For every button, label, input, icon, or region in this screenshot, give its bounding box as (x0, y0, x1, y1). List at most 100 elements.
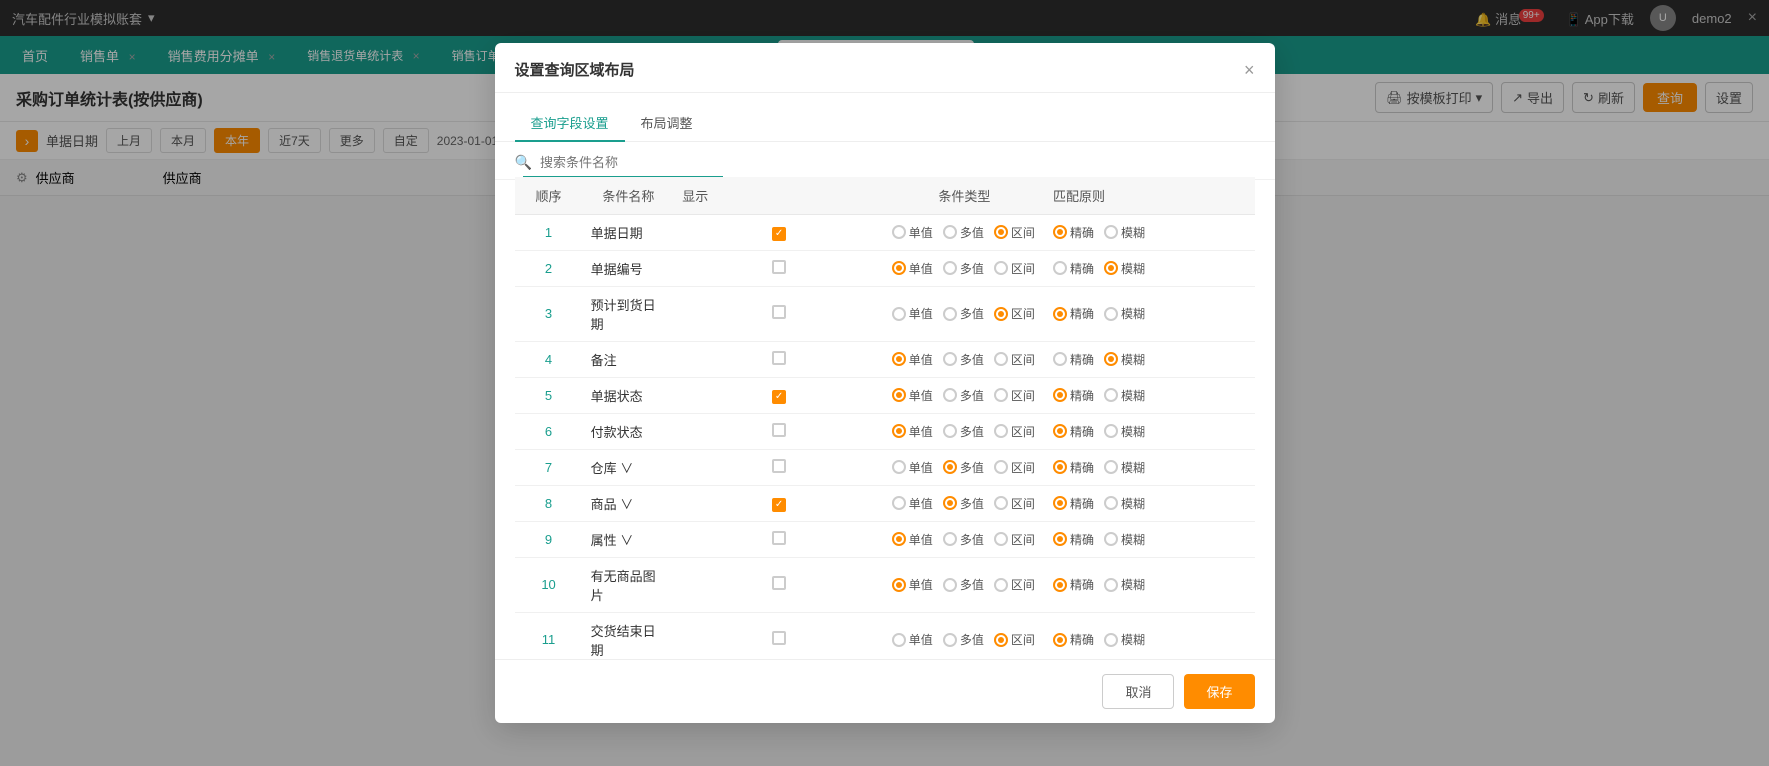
radio-match-模糊[interactable]: 模糊 (1104, 495, 1145, 512)
checkbox[interactable]: ✓ (772, 498, 786, 512)
radio-type-多值[interactable]: 多值 (943, 576, 984, 593)
radio-type-多值[interactable]: 多值 (943, 387, 984, 404)
radio-match-模糊[interactable]: 模糊 (1104, 423, 1145, 440)
checkbox[interactable] (772, 631, 786, 645)
radio-match-精确[interactable]: 精确 (1053, 387, 1094, 404)
row-display-checkbox[interactable] (674, 521, 884, 557)
radio-type-区间[interactable]: 区间 (994, 260, 1035, 277)
radio-match-精确[interactable]: 精确 (1053, 631, 1094, 648)
radio-type-多值[interactable]: 多值 (943, 531, 984, 548)
radio-circle (892, 532, 906, 546)
save-button[interactable]: 保存 (1184, 674, 1254, 709)
checkbox[interactable] (772, 531, 786, 545)
radio-match-精确[interactable]: 精确 (1053, 531, 1094, 548)
radio-match-模糊[interactable]: 模糊 (1104, 459, 1145, 476)
modal-tab-query-fields[interactable]: 查询字段设置 (515, 105, 625, 142)
radio-match-精确[interactable]: 精确 (1053, 495, 1094, 512)
radio-type-单值[interactable]: 单值 (892, 305, 933, 322)
checkbox[interactable]: ✓ (772, 390, 786, 404)
radio-type-单值[interactable]: 单值 (892, 351, 933, 368)
radio-type-区间[interactable]: 区间 (994, 351, 1035, 368)
radio-match-精确[interactable]: 精确 (1053, 459, 1094, 476)
radio-match-模糊[interactable]: 模糊 (1104, 387, 1145, 404)
radio-circle (892, 460, 906, 474)
row-display-checkbox[interactable] (674, 413, 884, 449)
checkbox[interactable] (772, 260, 786, 274)
checkbox[interactable]: ✓ (772, 227, 786, 241)
radio-type-多值[interactable]: 多值 (943, 631, 984, 648)
radio-type-区间[interactable]: 区间 (994, 387, 1035, 404)
radio-type-单值[interactable]: 单值 (892, 387, 933, 404)
radio-circle (1104, 532, 1118, 546)
radio-match-精确[interactable]: 精确 (1053, 260, 1094, 277)
radio-type-区间[interactable]: 区间 (994, 224, 1035, 241)
radio-match-精确[interactable]: 精确 (1053, 576, 1094, 593)
table-row: 8商品 ∨✓单值多值区间精确模糊 (515, 485, 1255, 521)
radio-type-多值[interactable]: 多值 (943, 423, 984, 440)
radio-type-多值[interactable]: 多值 (943, 224, 984, 241)
radio-circle (892, 225, 906, 239)
modal-header: 设置查询区域布局 × (495, 43, 1275, 93)
row-type-radio-group: 单值多值区间 (884, 214, 1045, 250)
radio-label: 区间 (1011, 576, 1035, 593)
radio-circle (892, 388, 906, 402)
radio-type-单值[interactable]: 单值 (892, 531, 933, 548)
radio-type-区间[interactable]: 区间 (994, 305, 1035, 322)
radio-match-模糊[interactable]: 模糊 (1104, 531, 1145, 548)
modal-table: 顺序 条件名称 显示 条件类型 匹配原则 1单据日期✓单值多值区间精确模糊2单据… (515, 177, 1255, 659)
radio-match-精确[interactable]: 精确 (1053, 224, 1094, 241)
table-row: 4备注单值多值区间精确模糊 (515, 341, 1255, 377)
row-display-checkbox[interactable] (674, 286, 884, 341)
search-input[interactable] (540, 155, 740, 170)
radio-type-区间[interactable]: 区间 (994, 576, 1035, 593)
radio-circle (1104, 424, 1118, 438)
row-display-checkbox[interactable] (674, 612, 884, 659)
row-display-checkbox[interactable]: ✓ (674, 485, 884, 521)
checkbox[interactable] (772, 351, 786, 365)
modal-tab-layout[interactable]: 布局调整 (625, 105, 709, 142)
row-display-checkbox[interactable] (674, 557, 884, 612)
radio-label: 多值 (960, 305, 984, 322)
radio-type-单值[interactable]: 单值 (892, 631, 933, 648)
radio-label: 多值 (960, 260, 984, 277)
radio-type-区间[interactable]: 区间 (994, 495, 1035, 512)
radio-match-模糊[interactable]: 模糊 (1104, 260, 1145, 277)
row-display-checkbox[interactable]: ✓ (674, 214, 884, 250)
radio-type-多值[interactable]: 多值 (943, 351, 984, 368)
radio-type-多值[interactable]: 多值 (943, 305, 984, 322)
radio-type-单值[interactable]: 单值 (892, 423, 933, 440)
radio-type-单值[interactable]: 单值 (892, 576, 933, 593)
radio-type-单值[interactable]: 单值 (892, 224, 933, 241)
radio-circle (1104, 460, 1118, 474)
radio-type-多值[interactable]: 多值 (943, 459, 984, 476)
radio-type-区间[interactable]: 区间 (994, 459, 1035, 476)
row-display-checkbox[interactable] (674, 449, 884, 485)
radio-match-精确[interactable]: 精确 (1053, 423, 1094, 440)
radio-match-模糊[interactable]: 模糊 (1104, 351, 1145, 368)
radio-label: 精确 (1070, 631, 1094, 648)
cancel-button[interactable]: 取消 (1102, 674, 1174, 709)
radio-type-多值[interactable]: 多值 (943, 260, 984, 277)
radio-match-模糊[interactable]: 模糊 (1104, 305, 1145, 322)
radio-type-单值[interactable]: 单值 (892, 459, 933, 476)
radio-match-模糊[interactable]: 模糊 (1104, 224, 1145, 241)
radio-type-单值[interactable]: 单值 (892, 260, 933, 277)
radio-match-模糊[interactable]: 模糊 (1104, 631, 1145, 648)
radio-type-区间[interactable]: 区间 (994, 423, 1035, 440)
row-display-checkbox[interactable] (674, 250, 884, 286)
radio-type-区间[interactable]: 区间 (994, 631, 1035, 648)
radio-type-区间[interactable]: 区间 (994, 531, 1035, 548)
row-display-checkbox[interactable] (674, 341, 884, 377)
checkbox[interactable] (772, 576, 786, 590)
radio-match-精确[interactable]: 精确 (1053, 351, 1094, 368)
checkbox[interactable] (772, 459, 786, 473)
radio-match-精确[interactable]: 精确 (1053, 305, 1094, 322)
checkbox[interactable] (772, 423, 786, 437)
radio-circle (1104, 307, 1118, 321)
radio-type-单值[interactable]: 单值 (892, 495, 933, 512)
modal-close-button[interactable]: × (1244, 61, 1255, 79)
checkbox[interactable] (772, 305, 786, 319)
radio-match-模糊[interactable]: 模糊 (1104, 576, 1145, 593)
row-display-checkbox[interactable]: ✓ (674, 377, 884, 413)
radio-type-多值[interactable]: 多值 (943, 495, 984, 512)
